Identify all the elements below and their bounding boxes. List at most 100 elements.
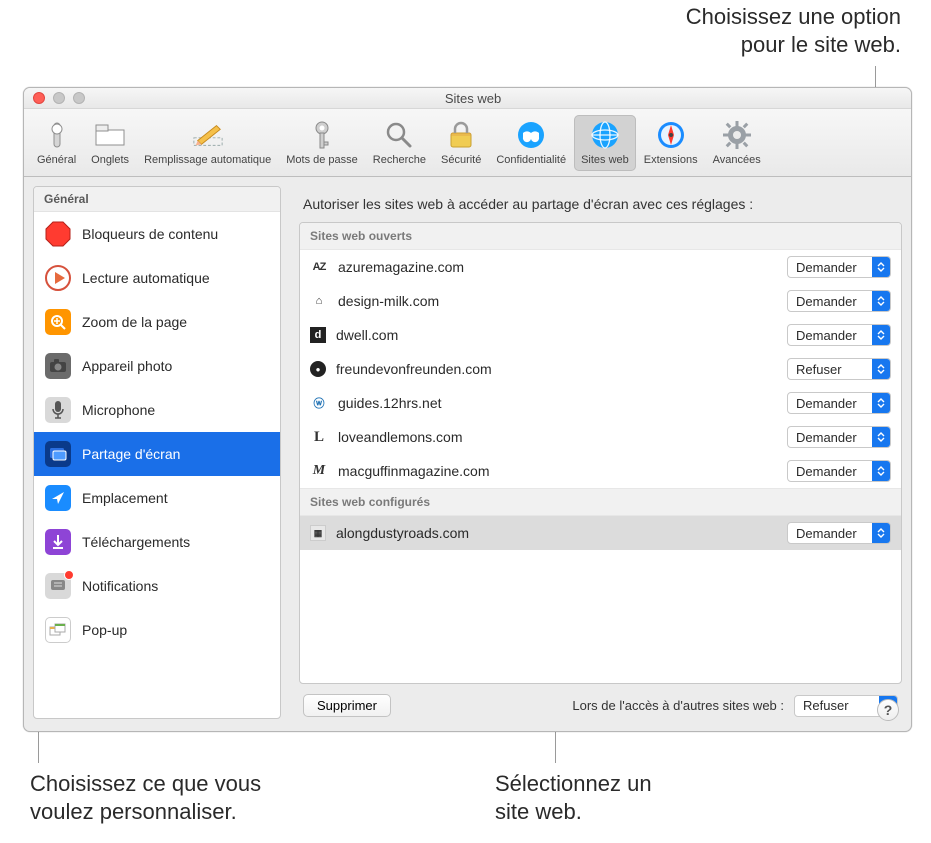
minimize-button[interactable] (53, 92, 65, 104)
tab-avancees[interactable]: Avancées (706, 115, 768, 171)
delete-button[interactable]: Supprimer (303, 694, 391, 717)
site-row[interactable]: ⓦ guides.12hrs.net Demander (300, 386, 901, 420)
globe-icon (589, 119, 621, 151)
tab-securite[interactable]: Sécurité (434, 115, 488, 171)
sidebar-item-partage-ecran[interactable]: Partage d'écran (34, 432, 280, 476)
chevron-updown-icon (872, 523, 890, 543)
play-icon (44, 264, 72, 292)
sidebar-item-label: Pop-up (82, 622, 127, 638)
sidebar-item-telechargements[interactable]: Téléchargements (34, 520, 280, 564)
zoom-icon (44, 308, 72, 336)
site-row[interactable]: ⌂ design-milk.com Demander (300, 284, 901, 318)
magnifier-icon (383, 119, 415, 151)
tab-label: Sites web (581, 154, 629, 166)
download-icon (44, 528, 72, 556)
tab-confidentialite[interactable]: Confidentialité (489, 115, 573, 171)
sidebar-header: Général (34, 187, 280, 212)
chevron-updown-icon (872, 257, 890, 277)
site-row[interactable]: ▦ alongdustyroads.com Demander (300, 516, 901, 550)
panel-footer: Supprimer Lors de l'accès à d'autres sit… (299, 684, 902, 719)
tab-label: Général (37, 154, 76, 166)
site-row[interactable]: L loveandlemons.com Demander (300, 420, 901, 454)
sidebar-item-zoom[interactable]: Zoom de la page (34, 300, 280, 344)
favicon: L (310, 428, 328, 446)
tab-label: Avancées (713, 154, 761, 166)
favicon: ▦ (310, 525, 326, 541)
other-sites-label: Lors de l'accès à d'autres sites web : (572, 698, 784, 713)
site-domain: design-milk.com (338, 293, 777, 309)
option-dropdown[interactable]: Demander (787, 290, 891, 312)
main-panel: Autoriser les sites web à accéder au par… (299, 186, 902, 719)
tab-sites-web[interactable]: Sites web (574, 115, 636, 171)
gear-icon (721, 119, 753, 151)
option-dropdown[interactable]: Demander (787, 324, 891, 346)
site-row[interactable]: ● freundevonfreunden.com Refuser (300, 352, 901, 386)
site-row[interactable]: d dwell.com Demander (300, 318, 901, 352)
compass-icon (655, 119, 687, 151)
option-dropdown[interactable]: Refuser (787, 358, 891, 380)
favicon: M (310, 462, 328, 480)
tab-remplissage[interactable]: Remplissage automatique (137, 115, 278, 171)
sidebar-item-lecture[interactable]: Lecture automatique (34, 256, 280, 300)
tab-general[interactable]: Général (30, 115, 83, 171)
tab-label: Remplissage automatique (144, 154, 271, 166)
site-domain: freundevonfreunden.com (336, 361, 777, 377)
sidebar-item-label: Partage d'écran (82, 446, 180, 462)
option-dropdown[interactable]: Demander (787, 392, 891, 414)
tab-onglets[interactable]: Onglets (84, 115, 136, 171)
switch-icon (41, 119, 73, 151)
tab-label: Sécurité (441, 154, 481, 166)
site-domain: dwell.com (336, 327, 777, 343)
sidebar-item-label: Bloqueurs de contenu (82, 226, 218, 242)
option-dropdown[interactable]: Demander (787, 460, 891, 482)
close-button[interactable] (33, 92, 45, 104)
websites-table: Sites web ouverts AZ azuremagazine.com D… (299, 222, 902, 684)
site-domain: macguffinmagazine.com (338, 463, 777, 479)
callout-bottom-left: Choisissez ce que vous voulez personnali… (30, 770, 261, 825)
notification-badge (64, 570, 74, 580)
screenshare-icon (44, 440, 72, 468)
favicon: d (310, 327, 326, 343)
tab-label: Mots de passe (286, 154, 358, 166)
callout-bottom-mid: Sélectionnez un site web. (495, 770, 652, 825)
callout-top-right: Choisissez une option pour le site web. (686, 3, 901, 58)
option-dropdown[interactable]: Demander (787, 256, 891, 278)
chevron-updown-icon (872, 393, 890, 413)
zoom-button[interactable] (73, 92, 85, 104)
tab-label: Confidentialité (496, 154, 566, 166)
section-header-configured: Sites web configurés (300, 488, 901, 516)
tab-mdp[interactable]: Mots de passe (279, 115, 365, 171)
option-dropdown[interactable]: Demander (787, 426, 891, 448)
chevron-updown-icon (872, 461, 890, 481)
popup-icon (44, 616, 72, 644)
panel-prompt: Autoriser les sites web à accéder au par… (299, 186, 902, 222)
sidebar-item-camera[interactable]: Appareil photo (34, 344, 280, 388)
sidebar-item-popup[interactable]: Pop-up (34, 608, 280, 652)
stop-icon (44, 220, 72, 248)
sidebar-item-emplacement[interactable]: Emplacement (34, 476, 280, 520)
site-row[interactable]: M macguffinmagazine.com Demander (300, 454, 901, 488)
pencil-icon (192, 119, 224, 151)
window-title: Sites web (85, 91, 861, 106)
sidebar-item-micro[interactable]: Microphone (34, 388, 280, 432)
tab-recherche[interactable]: Recherche (366, 115, 433, 171)
chevron-updown-icon (872, 325, 890, 345)
option-dropdown[interactable]: Demander (787, 522, 891, 544)
key-icon (306, 119, 338, 151)
favicon: ● (310, 361, 326, 377)
help-button[interactable]: ? (877, 699, 899, 721)
location-icon (44, 484, 72, 512)
sidebar-item-bloqueurs[interactable]: Bloqueurs de contenu (34, 212, 280, 256)
microphone-icon (44, 396, 72, 424)
notification-icon (44, 572, 72, 600)
sidebar-item-label: Emplacement (82, 490, 168, 506)
site-row[interactable]: AZ azuremagazine.com Demander (300, 250, 901, 284)
tab-label: Extensions (644, 154, 698, 166)
titlebar: Sites web (24, 88, 911, 109)
tab-extensions[interactable]: Extensions (637, 115, 705, 171)
sidebar-item-label: Zoom de la page (82, 314, 187, 330)
camera-icon (44, 352, 72, 380)
site-domain: alongdustyroads.com (336, 525, 777, 541)
site-domain: loveandlemons.com (338, 429, 777, 445)
sidebar-item-notifications[interactable]: Notifications (34, 564, 280, 608)
